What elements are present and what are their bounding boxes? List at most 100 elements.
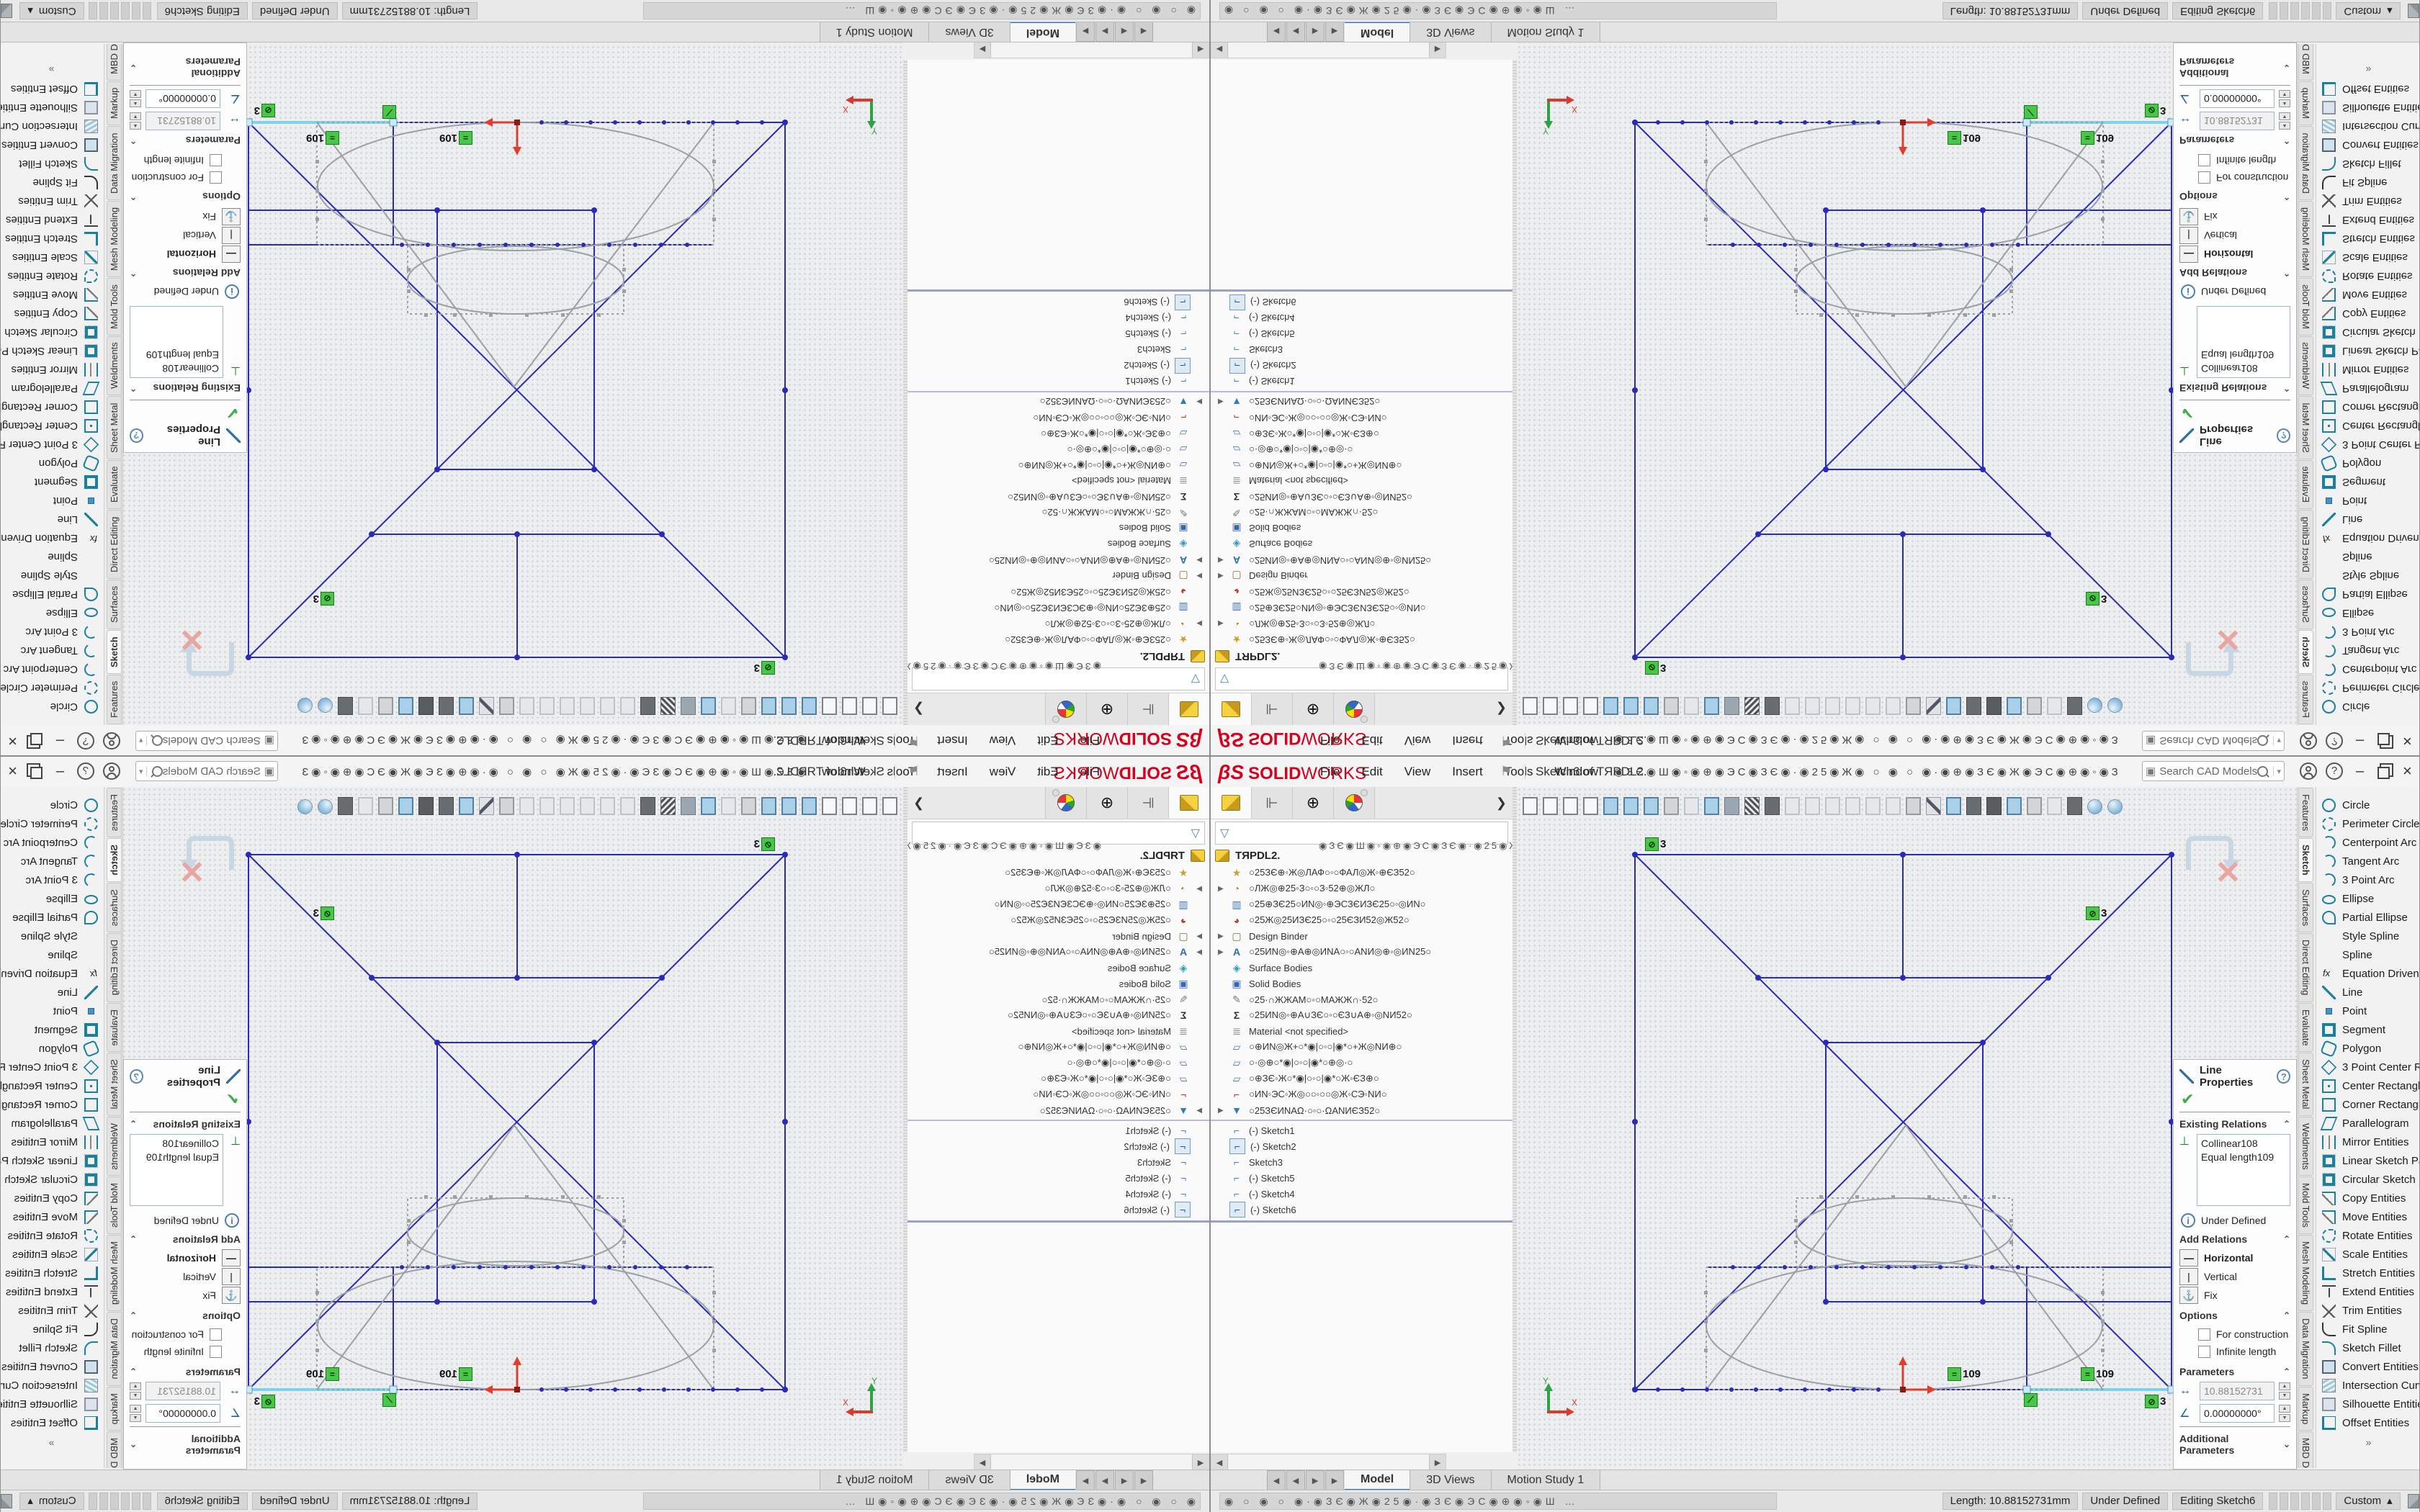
panel-splitter[interactable]: [903, 787, 908, 1452]
restore-button[interactable]: [30, 767, 42, 779]
tree-item-sketch[interactable]: ⌐ (-) Sketch1: [908, 374, 1209, 390]
commandmanager-tab[interactable]: Data Migration: [107, 126, 122, 200]
tool-button[interactable]: Stretch Entities: [2316, 1264, 2419, 1282]
tool-button[interactable]: Intersection Curve: [1, 117, 104, 136]
tree-item-sketch[interactable]: ⌐ Sketch3: [908, 1154, 1209, 1170]
tool-button[interactable]: Corner Rectangle: [1, 1095, 104, 1114]
tool-button[interactable]: Ellipse: [2316, 604, 2419, 623]
menu-item[interactable]: View: [988, 730, 1018, 750]
relation-badge-3-tl[interactable]: ⊘3: [1645, 661, 1666, 675]
commandmanager-tab[interactable]: Mold Tools: [107, 1176, 122, 1234]
tool-button[interactable]: Perimeter Circle: [1, 679, 104, 698]
panel-handle[interactable]: [1361, 789, 1368, 796]
commandmanager-tab[interactable]: Mold Tools: [107, 278, 122, 336]
commandmanager-tab[interactable]: Evaluate: [2298, 460, 2313, 510]
rollback-bar[interactable]: [1211, 289, 1512, 292]
tool-button[interactable]: Tangent Arc: [1, 642, 104, 660]
document-tab[interactable]: 3D Views: [928, 1470, 1009, 1490]
relations-listbox[interactable]: Collinear108Equal length109: [130, 306, 223, 378]
scrollbar-track[interactable]: [991, 1454, 1192, 1470]
tree-item-sketch[interactable]: ⌐ (-) Sketch5: [908, 1170, 1209, 1186]
tool-button[interactable]: Partial Ellipse: [2316, 585, 2419, 604]
tree-item-sketch[interactable]: ⌐ (-) Sketch1: [908, 1122, 1209, 1138]
tool-button[interactable]: Polygon: [2316, 1039, 2419, 1058]
tool-button[interactable]: Convert Entities: [1, 1357, 104, 1376]
add-relation-button[interactable]: ⚓Fix: [2179, 208, 2290, 225]
commandmanager-tab[interactable]: Markup: [107, 81, 122, 125]
tree-item[interactable]: ✎ ○25·∩ЖЖАM○◦○MАЖЖ∩·52○: [1211, 991, 1512, 1007]
search-box[interactable]: ▣ Search CAD Models ▾: [2142, 731, 2285, 751]
menu-item[interactable]: File: [1079, 762, 1101, 782]
tree-item[interactable]: ▶ A ○25ИN◎◦⊕А⊕◎ИNА○◦○АNИ◎⊕◦◎ИN25○: [908, 944, 1209, 960]
tool-button[interactable]: Linear Sketch Pattern: [2316, 1151, 2419, 1170]
tool-button[interactable]: Scale Entities: [2316, 248, 2419, 267]
ok-button[interactable]: ✔: [2181, 1090, 2290, 1109]
commandmanager-tab[interactable]: MBD Dimensions: [2298, 1431, 2313, 1468]
tool-button[interactable]: Point: [2316, 492, 2419, 510]
angle-spinner[interactable]: ▲▼: [130, 1405, 141, 1422]
menu-item[interactable]: View: [1403, 730, 1433, 750]
dimension-109-a[interactable]: =109: [1948, 1367, 1981, 1381]
menu-item[interactable]: Insert: [1451, 730, 1484, 750]
tree-item-sketch[interactable]: ⌐ (-) Sketch4: [908, 1186, 1209, 1202]
relation-parallel-badge[interactable]: ⟋: [382, 105, 396, 119]
tree-item[interactable]: ▥ ○25⊕ЗЄ25○ИN◎◦⊕ЭСЗЄИЗЄ25○◦◎ИN○: [1211, 600, 1512, 616]
existing-relations-header[interactable]: Existing Relations⌃: [130, 1118, 241, 1130]
menu-item[interactable]: Insert: [936, 730, 969, 750]
existing-relations-header[interactable]: Existing Relations⌃: [130, 382, 241, 394]
option-row[interactable]: Infinite length: [2198, 1343, 2290, 1360]
tool-button[interactable]: 3 Point Center Recta...: [1, 1058, 104, 1076]
tree-item[interactable]: ★ ○25ЗЄ⊕◦Ж◎ЛАФ○◦○ФАЛ◎Ж◦⊕ЄЗ52○: [908, 631, 1209, 647]
relation-item[interactable]: Equal length109: [134, 1151, 219, 1164]
rollback-bar[interactable]: [1211, 1220, 1512, 1223]
relation-badge-3-tl[interactable]: ⊘3: [1645, 837, 1666, 851]
options-header[interactable]: Options⌃: [130, 1310, 241, 1321]
tool-button[interactable]: Partial Ellipse: [1, 908, 104, 927]
tool-button[interactable]: Perimeter Circle: [2316, 814, 2419, 833]
document-tab[interactable]: Model: [1010, 22, 1075, 42]
close-button[interactable]: ×: [2403, 764, 2412, 778]
tree-item[interactable]: ≣ Material <not specified>: [908, 473, 1209, 489]
tool-button[interactable]: Tangent Arc: [2316, 642, 2419, 660]
option-row[interactable]: For construction: [2198, 1326, 2290, 1343]
option-row[interactable]: For construction: [130, 1326, 222, 1343]
commandmanager-tab[interactable]: Weldments: [2298, 1117, 2313, 1176]
commandmanager-tab[interactable]: Mesh Modeling: [107, 1235, 122, 1311]
tree-item-sketch[interactable]: ⌐ Sketch3: [908, 342, 1209, 358]
commandmanager-tab[interactable]: Surfaces: [2298, 580, 2313, 629]
tree-item[interactable]: ≣ Material <not specified>: [1211, 473, 1512, 489]
expand-arrow-icon[interactable]: ▶: [1218, 572, 1229, 580]
tab-nav-icon[interactable]: ◀: [1267, 22, 1286, 42]
tree-item[interactable]: ▱ ○⊕ЗЄ◦Ж○*◉|○◦○|◉*○Ж◦ЄЗ⊕○: [1211, 1071, 1512, 1086]
tree-item[interactable]: ⌐ ○ИN◦ЭС◦Ж◎○○◦○○◎Ж◦СЭ◦NИ○: [1211, 1086, 1512, 1102]
tree-item[interactable]: ✎ ○25·∩ЖЖАM○◦○MАЖЖ∩·52○: [908, 505, 1209, 521]
tool-button[interactable]: Scale Entities: [1, 248, 104, 267]
manager-expand-icon[interactable]: ❯: [908, 796, 924, 811]
tool-button[interactable]: Copy Entities: [1, 305, 104, 323]
tool-button[interactable]: Tangent Arc: [2316, 852, 2419, 870]
tree-item[interactable]: Σ ○25ИN◎◦⊕А∪ЗЄ○◦○ЄЗ∪А⊕◦◎NИ52○: [908, 1007, 1209, 1023]
tool-button[interactable]: Silhouette Entities: [2316, 99, 2419, 117]
status-custom-dropdown[interactable]: Custom▴: [2336, 1493, 2400, 1510]
tool-button[interactable]: Silhouette Entities: [2316, 1395, 2419, 1413]
length-spinner[interactable]: ▲▼: [130, 112, 141, 130]
tool-button[interactable]: Silhouette Entities: [1, 99, 104, 117]
tool-button[interactable]: Mirror Entities: [2316, 361, 2419, 379]
tree-item[interactable]: ▶ ▢ Design Binder: [908, 928, 1209, 944]
tool-button[interactable]: Stretch Entities: [1, 230, 104, 248]
tool-button[interactable]: Equation Driven Curve: [2316, 964, 2419, 983]
tab-featuremanager[interactable]: [1211, 693, 1252, 725]
expand-arrow-icon[interactable]: ▶: [1218, 620, 1229, 628]
tree-item[interactable]: ▱ ○⊕ЗЄ◦Ж○*◉|○◦○|◉*○Ж◦ЄЗ⊕○: [1211, 426, 1512, 441]
tab-nav-icon[interactable]: ▶: [1306, 1470, 1325, 1490]
commandmanager-tab[interactable]: MBD Dimensions: [107, 44, 122, 81]
tool-button[interactable]: Style Spline: [2316, 567, 2419, 585]
tool-button[interactable]: Line: [1, 983, 104, 1002]
tool-button[interactable]: Partial Ellipse: [2316, 908, 2419, 927]
status-icon-strip[interactable]: ◉ ○ ◉ ○ ◉·◉ЗЄ◉Ж◉25◉·◉ЗЄ◉ЭС◉⊕◉◦◉Ш …: [643, 1493, 1201, 1510]
commandmanager-tab[interactable]: Data Migration: [107, 1312, 122, 1386]
tool-button[interactable]: Extend Entities: [1, 1282, 104, 1301]
commandmanager-tab[interactable]: Sheet Metal: [2298, 1053, 2313, 1115]
commandmanager-tab[interactable]: Surfaces: [2298, 883, 2313, 932]
tab-nav-icon[interactable]: ◀: [1115, 22, 1134, 42]
